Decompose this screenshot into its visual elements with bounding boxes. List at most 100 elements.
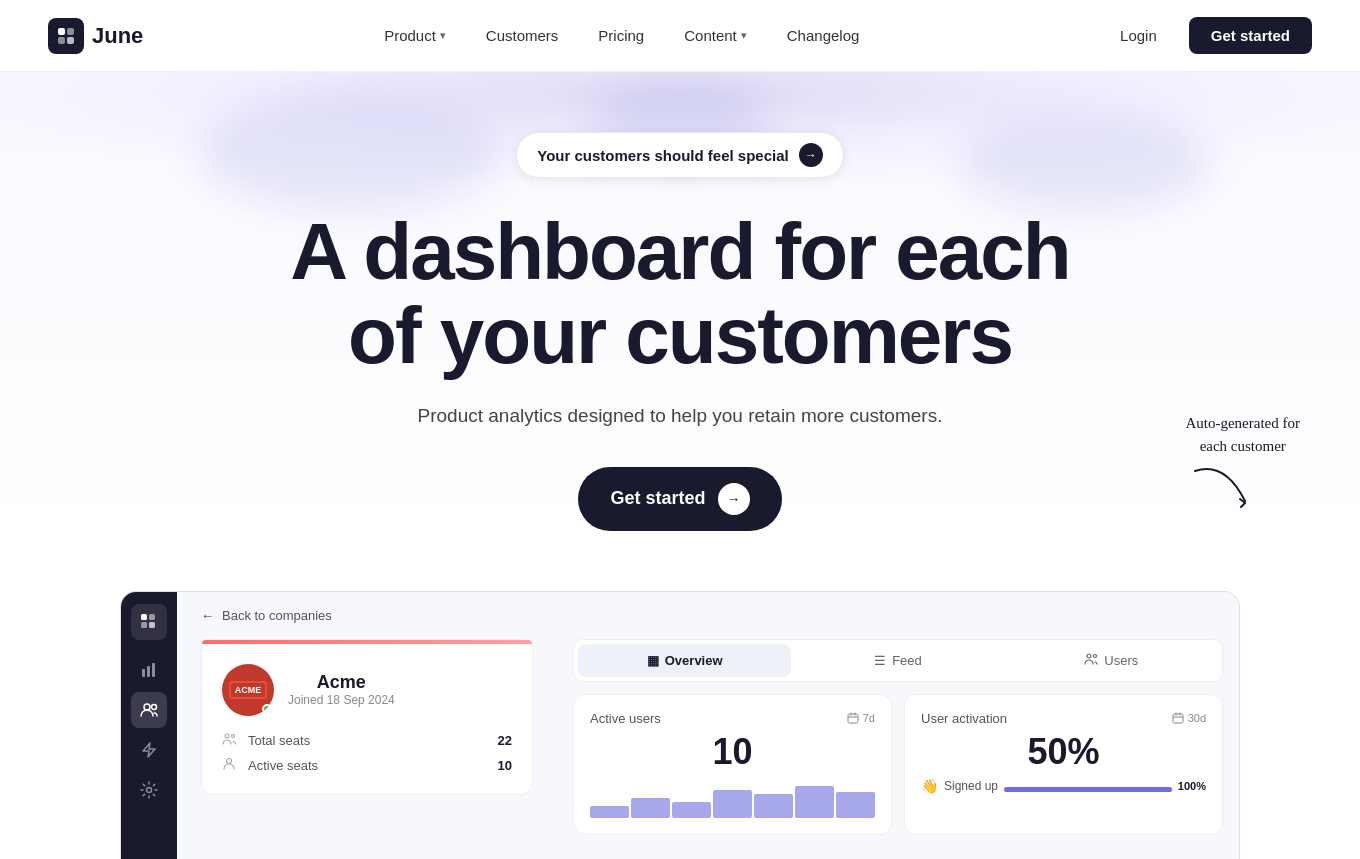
chart-bar — [631, 798, 670, 818]
svg-point-14 — [225, 734, 229, 738]
svg-point-12 — [152, 704, 157, 709]
cta-arrow-icon: → — [718, 483, 750, 515]
nav-item-product[interactable]: Product ▾ — [368, 19, 462, 52]
active-users-value: 10 — [590, 734, 875, 770]
user-activation-header: User activation 30d — [921, 711, 1206, 726]
user-activation-card: User activation 30d — [904, 694, 1223, 835]
svg-point-17 — [1087, 654, 1091, 658]
svg-rect-4 — [141, 614, 147, 620]
company-card-bar — [202, 640, 532, 644]
svg-point-16 — [227, 758, 232, 763]
nav-item-customers[interactable]: Customers — [470, 19, 575, 52]
chart-bar — [590, 806, 629, 818]
logo-icon — [48, 18, 84, 54]
sidebar-analytics-icon[interactable] — [131, 652, 167, 688]
get-started-nav-button[interactable]: Get started — [1189, 17, 1312, 54]
tab-overview[interactable]: ▦ Overview — [578, 644, 791, 677]
users-icon — [1084, 652, 1098, 669]
svg-rect-7 — [149, 622, 155, 628]
chart-bar — [672, 802, 711, 818]
annotation-arrow-icon — [1185, 461, 1265, 521]
chevron-down-icon: ▾ — [440, 29, 446, 42]
sidebar-users-icon[interactable] — [131, 692, 167, 728]
calendar-icon — [847, 712, 859, 724]
seats-icon — [222, 732, 242, 749]
progress-label: 100% — [1178, 780, 1206, 792]
stat-active-seats: Active seats 10 — [222, 757, 512, 774]
company-online-indicator — [262, 704, 272, 714]
sidebar-logo-icon[interactable] — [131, 604, 167, 640]
dashboard-preview: ← Back to companies ACME — [100, 591, 1260, 860]
hero-section: Your customers should feel special → A d… — [0, 72, 1360, 859]
progress-bar-track — [1004, 787, 1172, 792]
company-panel: ACME Acme Joined 18 Sep 2024 — [177, 639, 557, 856]
signed-up-row: 👋 Signed up 100% — [921, 778, 1206, 794]
svg-point-18 — [1094, 654, 1097, 657]
logo[interactable]: June — [48, 18, 143, 54]
svg-point-15 — [232, 734, 235, 737]
svg-rect-23 — [1173, 714, 1183, 723]
chart-bar — [836, 792, 875, 818]
svg-rect-2 — [58, 37, 65, 44]
hero-badge[interactable]: Your customers should feel special → — [516, 132, 843, 178]
feed-icon: ☰ — [874, 653, 886, 668]
login-button[interactable]: Login — [1100, 19, 1177, 52]
chart-bar — [795, 786, 834, 818]
svg-rect-3 — [67, 37, 74, 44]
annotation-text: Auto-generated foreach customer — [1185, 412, 1300, 521]
nav-links: Product ▾ Customers Pricing Content ▾ Ch… — [368, 19, 875, 52]
sidebar-flash-icon[interactable] — [131, 732, 167, 768]
company-stats: Total seats 22 — [222, 732, 512, 774]
svg-rect-8 — [142, 669, 145, 677]
chart-bar — [754, 794, 793, 818]
back-arrow-icon: ← — [201, 608, 214, 623]
user-activation-value: 50% — [921, 734, 1206, 770]
hero-badge-text: Your customers should feel special — [537, 147, 788, 164]
metrics-panel: ▦ Overview ☰ Feed — [557, 639, 1239, 856]
svg-rect-10 — [152, 663, 155, 677]
hero-badge-arrow-icon: → — [799, 143, 823, 167]
stat-total-seats: Total seats 22 — [222, 732, 512, 749]
active-users-header: Active users 7d — [590, 711, 875, 726]
svg-rect-1 — [67, 28, 74, 35]
chart-bar — [713, 790, 752, 818]
tab-users[interactable]: Users — [1005, 644, 1218, 677]
company-header: ACME Acme Joined 18 Sep 2024 — [222, 664, 512, 716]
metrics-cards: Active users 7d — [573, 694, 1223, 835]
company-logo: ACME — [222, 664, 274, 716]
active-users-card: Active users 7d — [573, 694, 892, 835]
cloud-1 — [200, 92, 500, 212]
dashboard-sidebar — [121, 592, 177, 860]
progress-bar-container — [1004, 787, 1172, 792]
svg-point-11 — [144, 704, 150, 710]
sidebar-settings-icon[interactable] — [131, 772, 167, 808]
overview-icon: ▦ — [647, 653, 659, 668]
logo-text: June — [92, 23, 143, 49]
tab-feed[interactable]: ☰ Feed — [791, 644, 1004, 677]
dashboard-content: ACME Acme Joined 18 Sep 2024 — [177, 639, 1239, 856]
company-card: ACME Acme Joined 18 Sep 2024 — [201, 639, 533, 795]
get-started-hero-button[interactable]: Get started → — [578, 467, 781, 531]
chevron-down-icon-2: ▾ — [741, 29, 747, 42]
active-users-period: 7d — [847, 712, 875, 724]
metrics-tabs: ▦ Overview ☰ Feed — [573, 639, 1223, 682]
back-to-companies[interactable]: ← Back to companies — [177, 592, 1239, 639]
nav-item-content[interactable]: Content ▾ — [668, 19, 763, 52]
user-activation-period: 30d — [1172, 712, 1206, 724]
cloud-2 — [960, 112, 1210, 212]
dashboard-window: ← Back to companies ACME — [120, 591, 1240, 860]
progress-bar-fill — [1004, 787, 1172, 792]
nav-item-pricing[interactable]: Pricing — [582, 19, 660, 52]
nav-item-changelog[interactable]: Changelog — [771, 19, 876, 52]
active-users-chart — [590, 778, 875, 818]
calendar-icon-2 — [1172, 712, 1184, 724]
svg-rect-6 — [141, 622, 147, 628]
hero-subtitle: Product analytics designed to help you r… — [410, 402, 950, 431]
navbar: June Product ▾ Customers Pricing Content… — [0, 0, 1360, 72]
wave-icon: 👋 — [921, 778, 938, 794]
active-seats-icon — [222, 757, 242, 774]
dashboard-main: ← Back to companies ACME — [177, 592, 1239, 860]
company-info: Acme Joined 18 Sep 2024 — [288, 672, 395, 707]
svg-rect-9 — [147, 666, 150, 677]
svg-point-13 — [147, 787, 152, 792]
